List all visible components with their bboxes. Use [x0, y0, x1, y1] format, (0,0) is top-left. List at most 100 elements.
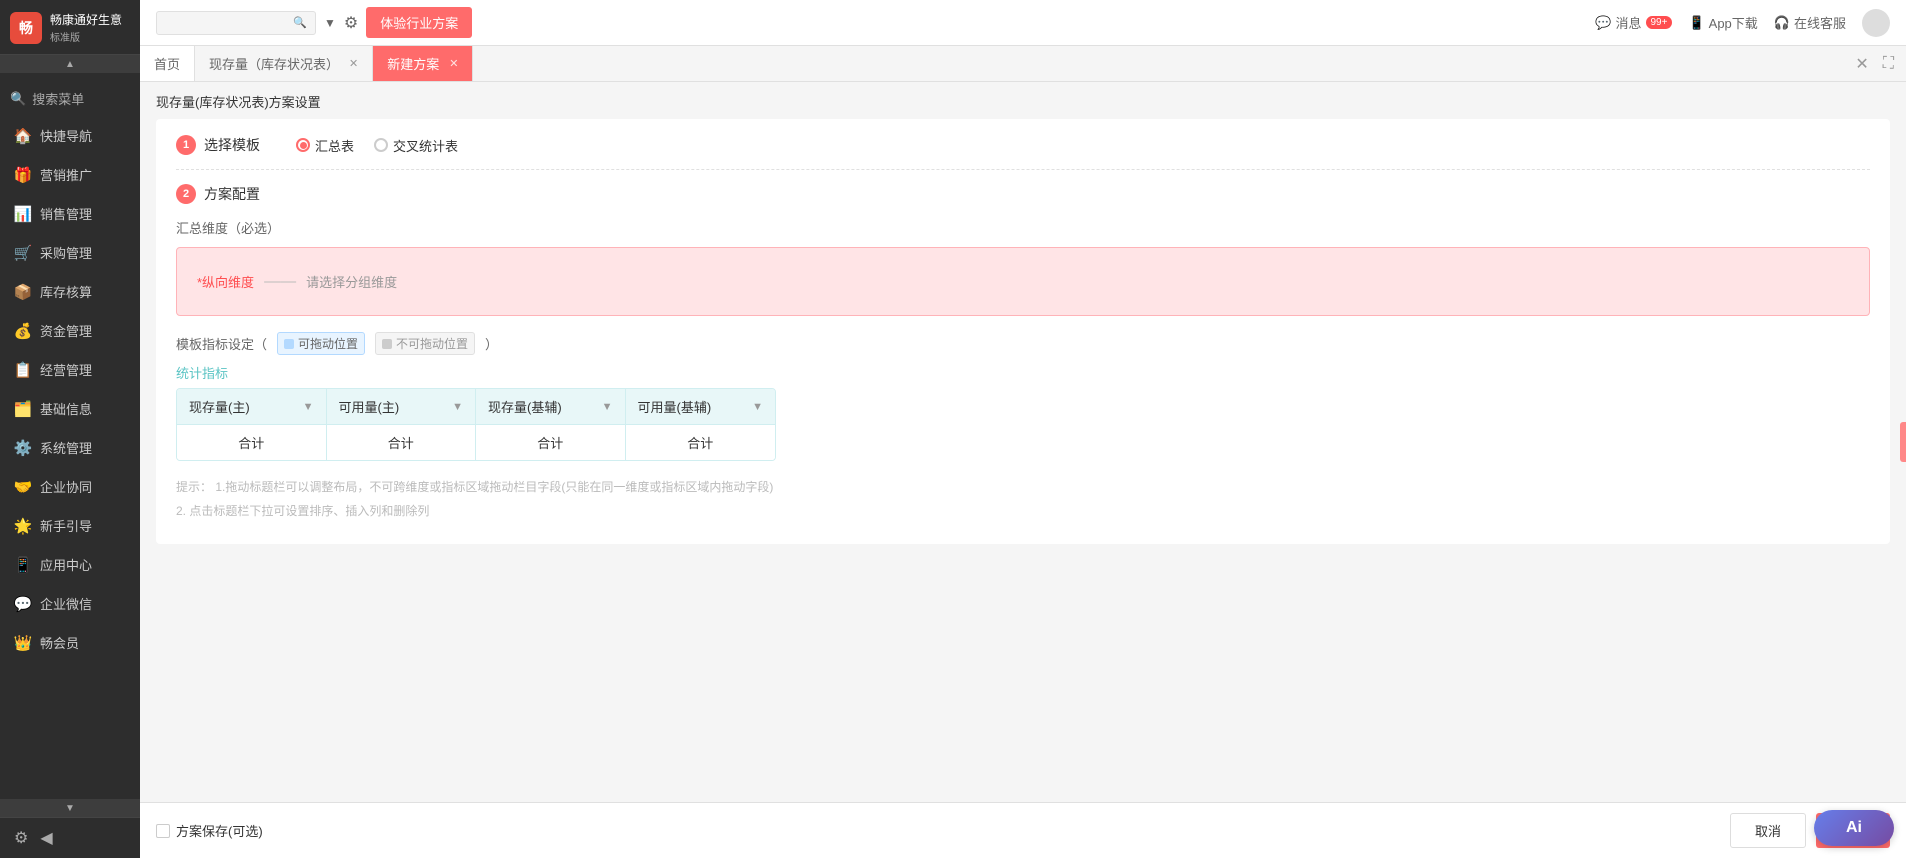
- finance-icon: 💰: [14, 322, 32, 340]
- header-right: 💬 消息 99+ 📱 App下载 🎧 在线客服: [1595, 9, 1890, 37]
- tab-bar: 首页 现存量（库存状况表） ✕ 新建方案 ✕ ✕ ⛶: [140, 46, 1906, 82]
- ai-fab-button[interactable]: Ai: [1814, 810, 1894, 846]
- inventory-icon: 📦: [14, 283, 32, 301]
- message-badge: 99+: [1646, 16, 1673, 29]
- user-avatar[interactable]: [1862, 9, 1890, 37]
- indicators-label-close: ）: [485, 334, 498, 353]
- cell-3: 合计: [626, 425, 776, 460]
- settings-icon[interactable]: ⚙: [14, 828, 28, 848]
- sidebar-logo: 畅 畅康通好生意 标准版: [0, 0, 140, 55]
- appstore-icon: 📱: [14, 556, 32, 574]
- cell-1: 合计: [327, 425, 477, 460]
- save-checkbox[interactable]: [156, 824, 170, 838]
- header-search-box[interactable]: 🔍: [156, 11, 316, 35]
- tab-inventory-close-icon[interactable]: ✕: [349, 57, 358, 70]
- draggable-badge: 可拖动位置: [277, 332, 365, 355]
- app-download-item[interactable]: 📱 App下载: [1688, 13, 1757, 32]
- indicators-label: 模板指标设定（ 可拖动位置 不可拖动位置 ）: [176, 332, 1870, 355]
- sidebar-item-member[interactable]: 👑 畅会员: [0, 623, 140, 662]
- sidebar-scroll-up[interactable]: ▲: [0, 55, 140, 73]
- sidebar-search[interactable]: 🔍 搜索菜单: [0, 81, 140, 116]
- app-logo-icon: 畅: [10, 12, 42, 44]
- col-label-3: 可用量(基辅): [638, 397, 712, 416]
- online-service-item[interactable]: 🎧 在线客服: [1774, 13, 1846, 32]
- step2-title: 方案配置: [204, 184, 260, 204]
- sidebar-item-newguide[interactable]: 🌟 新手引导: [0, 506, 140, 545]
- hint-1: 提示： 1.拖动标题栏可以调整布局，不可跨维度或指标区域拖动栏目字段(只能在同一…: [176, 477, 1870, 499]
- sidebar-item-finance[interactable]: 💰 资金管理: [0, 311, 140, 350]
- tab-home-label: 首页: [154, 54, 180, 73]
- header-dropdown-icon[interactable]: ▼: [324, 16, 336, 30]
- sidebar-item-marketing[interactable]: 🎁 营销推广: [0, 155, 140, 194]
- sidebar-item-basic[interactable]: 🗂️ 基础信息: [0, 389, 140, 428]
- col-header-0[interactable]: 现存量(主) ▼: [177, 389, 327, 424]
- tab-inventory-status[interactable]: 现存量（库存状况表） ✕: [195, 46, 373, 81]
- cell-2: 合计: [476, 425, 626, 460]
- sidebar-item-operations[interactable]: 📋 经营管理: [0, 350, 140, 389]
- step1-badge: 1: [176, 135, 196, 155]
- non-draggable-text: 不可拖动位置: [396, 335, 468, 352]
- dimension-box[interactable]: *纵向维度 —— 请选择分组维度: [176, 247, 1870, 316]
- col-label-0: 现存量(主): [189, 397, 250, 416]
- col-header-3[interactable]: 可用量(基辅) ▼: [626, 389, 776, 424]
- header-left: 🔍 ▼ ⚙ 体验行业方案: [156, 7, 472, 38]
- indicators-label-text: 模板指标设定（: [176, 334, 267, 353]
- collapse-icon[interactable]: ◀: [40, 828, 52, 848]
- dimension-placeholder: 请选择分组维度: [306, 272, 397, 291]
- radio-cross[interactable]: 交叉统计表: [374, 136, 458, 155]
- right-scroll-indicator: [1900, 422, 1906, 462]
- sidebar-item-label: 系统管理: [40, 438, 92, 457]
- header-gear-icon[interactable]: ⚙: [344, 13, 358, 33]
- tab-home[interactable]: 首页: [140, 46, 195, 81]
- sidebar-item-label: 库存核算: [40, 282, 92, 301]
- radio-summary[interactable]: 汇总表: [296, 136, 354, 155]
- hint-2: 2. 点击标题栏下拉可设置排序、插入列和删除列: [176, 501, 1870, 523]
- col-label-1: 可用量(主): [339, 397, 400, 416]
- experience-industry-btn[interactable]: 体验行业方案: [366, 7, 472, 38]
- save-label: 方案保存(可选): [176, 821, 263, 840]
- headset-icon: 🎧: [1774, 15, 1790, 31]
- sidebar-item-inventory[interactable]: 📦 库存核算: [0, 272, 140, 311]
- purchase-icon: 🛒: [14, 244, 32, 262]
- message-icon: 💬: [1595, 15, 1611, 31]
- sidebar-search-label: 搜索菜单: [32, 89, 84, 108]
- col-chevron-3: ▼: [752, 401, 763, 413]
- sidebar-item-label: 采购管理: [40, 243, 92, 262]
- dimension-required-label: *纵向维度: [197, 272, 254, 291]
- draggable-text: 可拖动位置: [298, 335, 358, 352]
- sidebar-item-label: 新手引导: [40, 516, 92, 535]
- col-header-2[interactable]: 现存量(基辅) ▼: [476, 389, 626, 424]
- tab-new-plan[interactable]: 新建方案 ✕: [373, 46, 473, 81]
- header-search-input[interactable]: [165, 16, 287, 30]
- step2-badge: 2: [176, 184, 196, 204]
- sidebar-item-appstore[interactable]: 📱 应用中心: [0, 545, 140, 584]
- sidebar-item-label: 基础信息: [40, 399, 92, 418]
- sidebar-item-sales[interactable]: 📊 销售管理: [0, 194, 140, 233]
- sidebar-item-wechat[interactable]: 💬 企业微信: [0, 584, 140, 623]
- sidebar-item-label: 企业协同: [40, 477, 92, 496]
- fullscreen-btn[interactable]: ⛶: [1879, 53, 1898, 75]
- indicators-section: 模板指标设定（ 可拖动位置 不可拖动位置 ） 统计指标: [176, 332, 1870, 522]
- sidebar-item-coop[interactable]: 🤝 企业协同: [0, 467, 140, 506]
- sidebar-item-system[interactable]: ⚙️ 系统管理: [0, 428, 140, 467]
- phone-icon: 📱: [1688, 15, 1704, 31]
- content-area: 现存量(库存状况表)方案设置 1 选择模板 汇总表 交叉统计表: [140, 82, 1906, 802]
- step1-title: 选择模板: [204, 135, 260, 155]
- step1-divider: [176, 169, 1870, 170]
- cell-0: 合计: [177, 425, 327, 460]
- newguide-icon: 🌟: [14, 517, 32, 535]
- col-header-1[interactable]: 可用量(主) ▼: [327, 389, 477, 424]
- app-name: 畅康通好生意: [50, 12, 122, 29]
- save-option[interactable]: 方案保存(可选): [156, 821, 263, 840]
- message-item[interactable]: 💬 消息 99+: [1595, 13, 1672, 32]
- cancel-button[interactable]: 取消: [1730, 813, 1806, 848]
- sidebar-item-purchase[interactable]: 🛒 采购管理: [0, 233, 140, 272]
- member-icon: 👑: [14, 634, 32, 652]
- tab-new-plan-close-icon[interactable]: ✕: [449, 57, 458, 70]
- col-label-2: 现存量(基辅): [488, 397, 562, 416]
- sidebar-item-quick-nav[interactable]: 🏠 快捷导航: [0, 116, 140, 155]
- stats-table: 现存量(主) ▼ 可用量(主) ▼ 现存量(基辅) ▼ 可用量(基辅): [176, 388, 776, 461]
- stats-table-header: 现存量(主) ▼ 可用量(主) ▼ 现存量(基辅) ▼ 可用量(基辅): [177, 389, 775, 424]
- close-tab-btn[interactable]: ✕: [1851, 52, 1872, 76]
- sidebar-scroll-down[interactable]: ▼: [0, 799, 140, 817]
